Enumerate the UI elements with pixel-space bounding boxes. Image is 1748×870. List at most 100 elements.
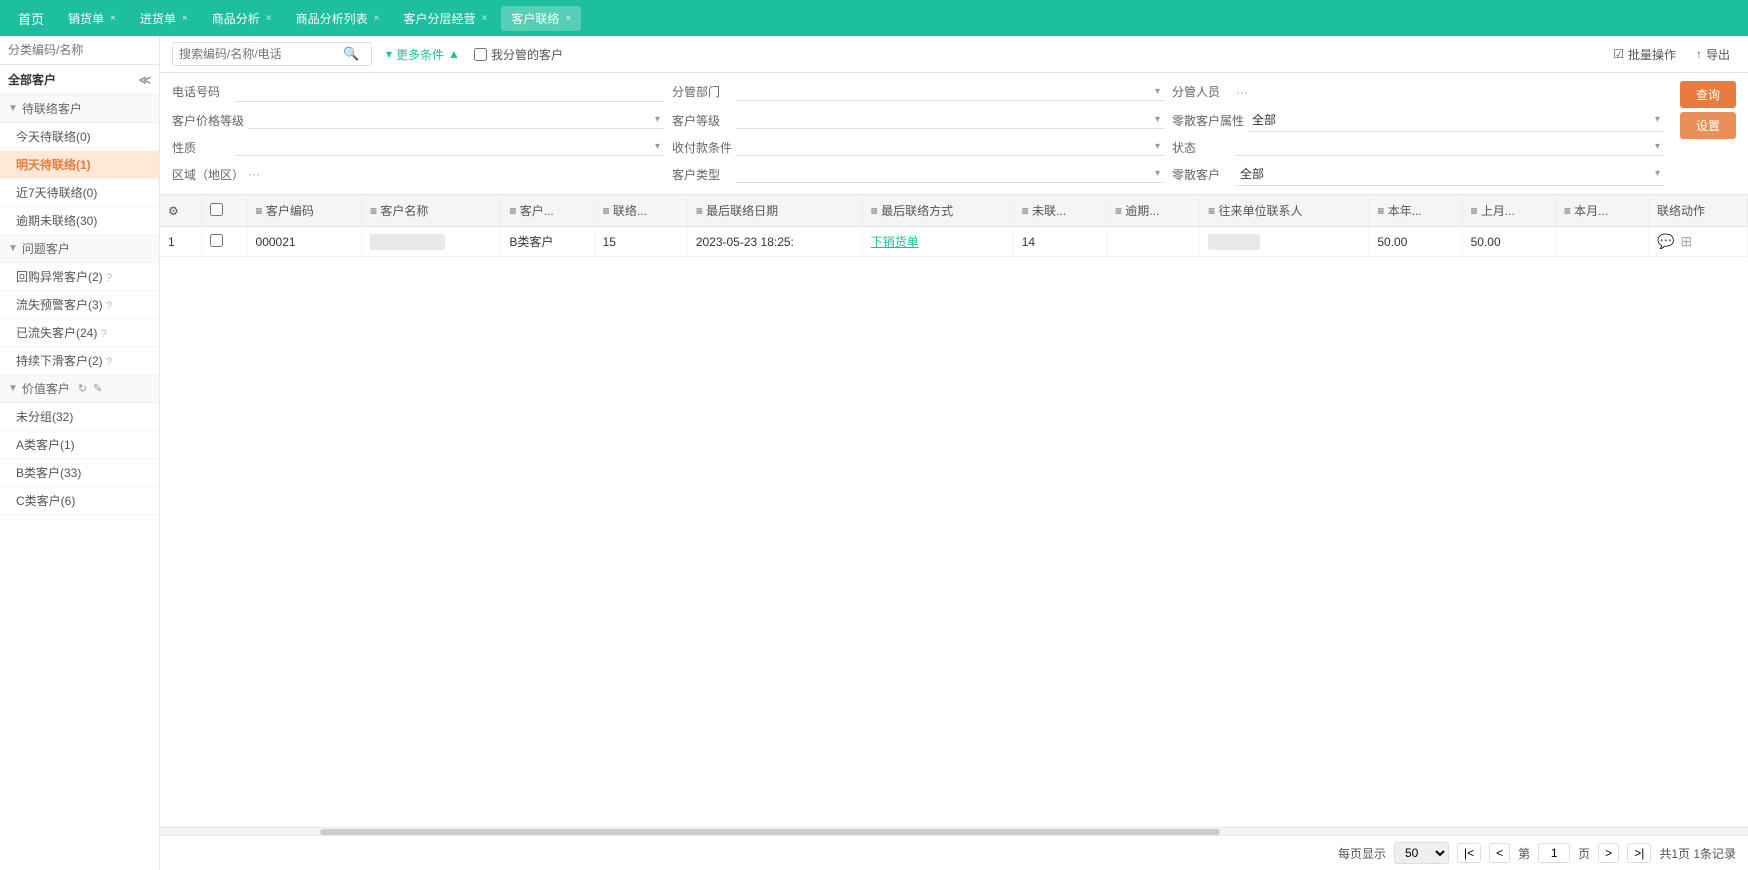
filter-customer-level: 客户等级 ▾ bbox=[672, 111, 1164, 129]
top-navigation: 首页 销货单 × 进货单 × 商品分析 × 商品分析列表 × 客户分层经营 × … bbox=[0, 0, 1748, 36]
payment-terms-caret-icon: ▾ bbox=[1155, 141, 1160, 152]
col-this-month[interactable]: ≡ 本月... bbox=[1555, 195, 1648, 227]
cell-last-contact-method[interactable]: 下销货单 bbox=[862, 227, 1013, 257]
page-input[interactable] bbox=[1538, 843, 1570, 863]
sidebar-item-declining[interactable]: 持续下滑客户(2) ? bbox=[0, 347, 159, 375]
last-page-btn[interactable]: >| bbox=[1627, 843, 1651, 863]
filter-dept-select[interactable]: ▾ bbox=[736, 83, 1164, 101]
nav-sales-order[interactable]: 销货单 × bbox=[58, 6, 126, 31]
close-sales-order-icon[interactable]: × bbox=[110, 13, 116, 24]
total-records: 共1页 1条记录 bbox=[1659, 845, 1736, 862]
group-pending-label: 待联络客户 bbox=[22, 100, 82, 117]
next-page-btn[interactable]: > bbox=[1598, 843, 1619, 863]
filter-retail-attr-select[interactable]: 全部 ▾ bbox=[1248, 108, 1664, 132]
filter-row-3: 性质 ▾ 收付款条件 ▾ bbox=[172, 138, 1664, 156]
nature-caret-icon: ▾ bbox=[655, 141, 660, 152]
col-type[interactable]: ≡ 客户... bbox=[501, 195, 594, 227]
nav-customer-segmentation[interactable]: 客户分层经营 × bbox=[393, 6, 497, 31]
toolbar: 🔍 ▾ 更多条件 ▲ 我分管的客户 ☑ 批量操作 ↑ 导出 bbox=[160, 36, 1748, 73]
query-button[interactable]: 查询 bbox=[1680, 81, 1736, 108]
sidebar-item-class-c[interactable]: C类客户(6) bbox=[0, 487, 159, 515]
all-customers-header[interactable]: 全部客户 ≪ bbox=[0, 65, 159, 95]
filter-nature-select[interactable]: ▾ bbox=[236, 138, 664, 156]
first-page-btn[interactable]: |< bbox=[1457, 843, 1481, 863]
last-contact-method-link[interactable]: 下销货单 bbox=[871, 235, 919, 249]
grid-action-icon[interactable]: ⊞ bbox=[1680, 233, 1692, 250]
group-arrow-icon: ▼ bbox=[8, 103, 18, 114]
close-customer-contact-icon[interactable]: × bbox=[565, 13, 571, 24]
sidebar-item-class-b[interactable]: B类客户(33) bbox=[0, 459, 159, 487]
filter-status-select[interactable]: ▾ bbox=[1236, 138, 1664, 156]
nav-product-analysis-list[interactable]: 商品分析列表 × bbox=[286, 6, 390, 31]
main-search-input[interactable] bbox=[179, 47, 339, 61]
page-label: 第 bbox=[1518, 845, 1530, 862]
batch-ops-btn[interactable]: ☑ 批量操作 bbox=[1607, 43, 1682, 66]
refresh-value-icon[interactable]: ↻ bbox=[78, 382, 87, 395]
horizontal-scrollbar[interactable] bbox=[160, 827, 1748, 835]
col-checkbox[interactable] bbox=[201, 195, 247, 227]
sidebar-search-input[interactable] bbox=[8, 43, 160, 57]
filter-customer-level-select[interactable]: ▾ bbox=[736, 111, 1164, 129]
export-btn[interactable]: ↑ 导出 bbox=[1690, 43, 1736, 66]
close-customer-seg-icon[interactable]: × bbox=[481, 13, 487, 24]
close-product-analysis-list-icon[interactable]: × bbox=[374, 13, 380, 24]
close-purchase-order-icon[interactable]: × bbox=[182, 13, 188, 24]
filter-region: 区域（地区） ··· bbox=[172, 166, 664, 183]
my-customers-checkbox-label[interactable]: 我分管的客户 bbox=[474, 46, 563, 63]
col-uncontacted[interactable]: ≡ 未联... bbox=[1013, 195, 1106, 227]
filter-region-dots[interactable]: ··· bbox=[248, 167, 260, 181]
sidebar-item-class-a[interactable]: A类客户(1) bbox=[0, 431, 159, 459]
sidebar-item-churn-warning[interactable]: 流失预警客户(3) ? bbox=[0, 291, 159, 319]
sidebar-item-today[interactable]: 今天待联络(0) bbox=[0, 123, 159, 151]
group-pending-contact[interactable]: ▼ 待联络客户 bbox=[0, 95, 159, 123]
sidebar-item-tomorrow[interactable]: 明天待联络(1) bbox=[0, 151, 159, 179]
cell-checkbox[interactable] bbox=[201, 227, 247, 257]
my-customers-checkbox[interactable] bbox=[474, 48, 487, 61]
dept-caret-icon: ▾ bbox=[1155, 86, 1160, 97]
filter-manager-dots[interactable]: ··· bbox=[1236, 85, 1248, 99]
page-size-select[interactable]: 50 100 200 bbox=[1394, 842, 1449, 864]
nav-customer-contact[interactable]: 客户联络 × bbox=[501, 6, 581, 31]
col-last-month[interactable]: ≡ 上月... bbox=[1462, 195, 1555, 227]
more-filters-btn[interactable]: ▾ 更多条件 ▲ bbox=[380, 43, 466, 66]
nav-purchase-order[interactable]: 进货单 × bbox=[130, 6, 198, 31]
filter-status: 状态 ▾ bbox=[1172, 138, 1664, 156]
col-last-contact-method[interactable]: ≡ 最后联络方式 bbox=[862, 195, 1013, 227]
nav-product-analysis[interactable]: 商品分析 × bbox=[202, 6, 282, 31]
col-code[interactable]: ≡ 客户编码 bbox=[247, 195, 362, 227]
sidebar-item-repurchase-abnormal[interactable]: 回购异常客户(2) ? bbox=[0, 263, 159, 291]
sidebar-item-overdue[interactable]: 逾期未联络(30) bbox=[0, 207, 159, 235]
col-settings[interactable]: ⚙ bbox=[160, 195, 201, 227]
sidebar-item-ungrouped[interactable]: 未分组(32) bbox=[0, 403, 159, 431]
close-product-analysis-icon[interactable]: × bbox=[266, 13, 272, 24]
filter-customer-type-select[interactable]: ▾ bbox=[736, 165, 1164, 183]
edit-value-icon[interactable]: ✎ bbox=[93, 382, 102, 395]
filter-phone-input[interactable] bbox=[236, 81, 664, 102]
cell-name: Ea bbox=[362, 227, 501, 257]
col-contact-person[interactable]: ≡ 往来单位联系人 bbox=[1200, 195, 1369, 227]
sidebar-item-churned[interactable]: 已流失客户(24) ? bbox=[0, 319, 159, 347]
row-checkbox[interactable] bbox=[210, 234, 223, 247]
filter-row-2: 客户价格等级 ▾ 客户等级 ▾ bbox=[172, 108, 1664, 132]
col-this-year[interactable]: ≡ 本年... bbox=[1369, 195, 1462, 227]
select-all-checkbox[interactable] bbox=[210, 203, 223, 216]
filter-retail-customer-select[interactable]: 全部 ▾ bbox=[1236, 162, 1664, 186]
main-search-icon[interactable]: 🔍 bbox=[343, 46, 359, 62]
filter-price-level-select[interactable]: ▾ bbox=[248, 111, 664, 129]
reset-button[interactable]: 设置 bbox=[1680, 112, 1736, 139]
nav-home[interactable]: 首页 bbox=[8, 5, 54, 32]
scrollbar-thumb[interactable] bbox=[320, 829, 1220, 835]
col-contact[interactable]: ≡ 联络... bbox=[594, 195, 687, 227]
filter-payment-terms-label: 收付款条件 bbox=[672, 139, 732, 156]
filter-row-4: 区域（地区） ··· 客户类型 ▾ 零散客户 bbox=[172, 162, 1664, 186]
collapse-sidebar-icon[interactable]: ≪ bbox=[138, 73, 151, 87]
sidebar-item-7days[interactable]: 近7天待联络(0) bbox=[0, 179, 159, 207]
group-value-customers[interactable]: ▼ 价值客户 ↻ ✎ bbox=[0, 375, 159, 403]
group-problem-customers[interactable]: ▼ 问题客户 bbox=[0, 235, 159, 263]
filter-payment-terms-select[interactable]: ▾ bbox=[736, 138, 1164, 156]
col-name[interactable]: ≡ 客户名称 bbox=[362, 195, 501, 227]
chat-action-icon[interactable]: 💬 bbox=[1657, 233, 1674, 250]
col-last-contact-date[interactable]: ≡ 最后联络日期 bbox=[687, 195, 862, 227]
prev-page-btn[interactable]: < bbox=[1489, 843, 1510, 863]
col-overdue[interactable]: ≡ 逾期... bbox=[1106, 195, 1199, 227]
